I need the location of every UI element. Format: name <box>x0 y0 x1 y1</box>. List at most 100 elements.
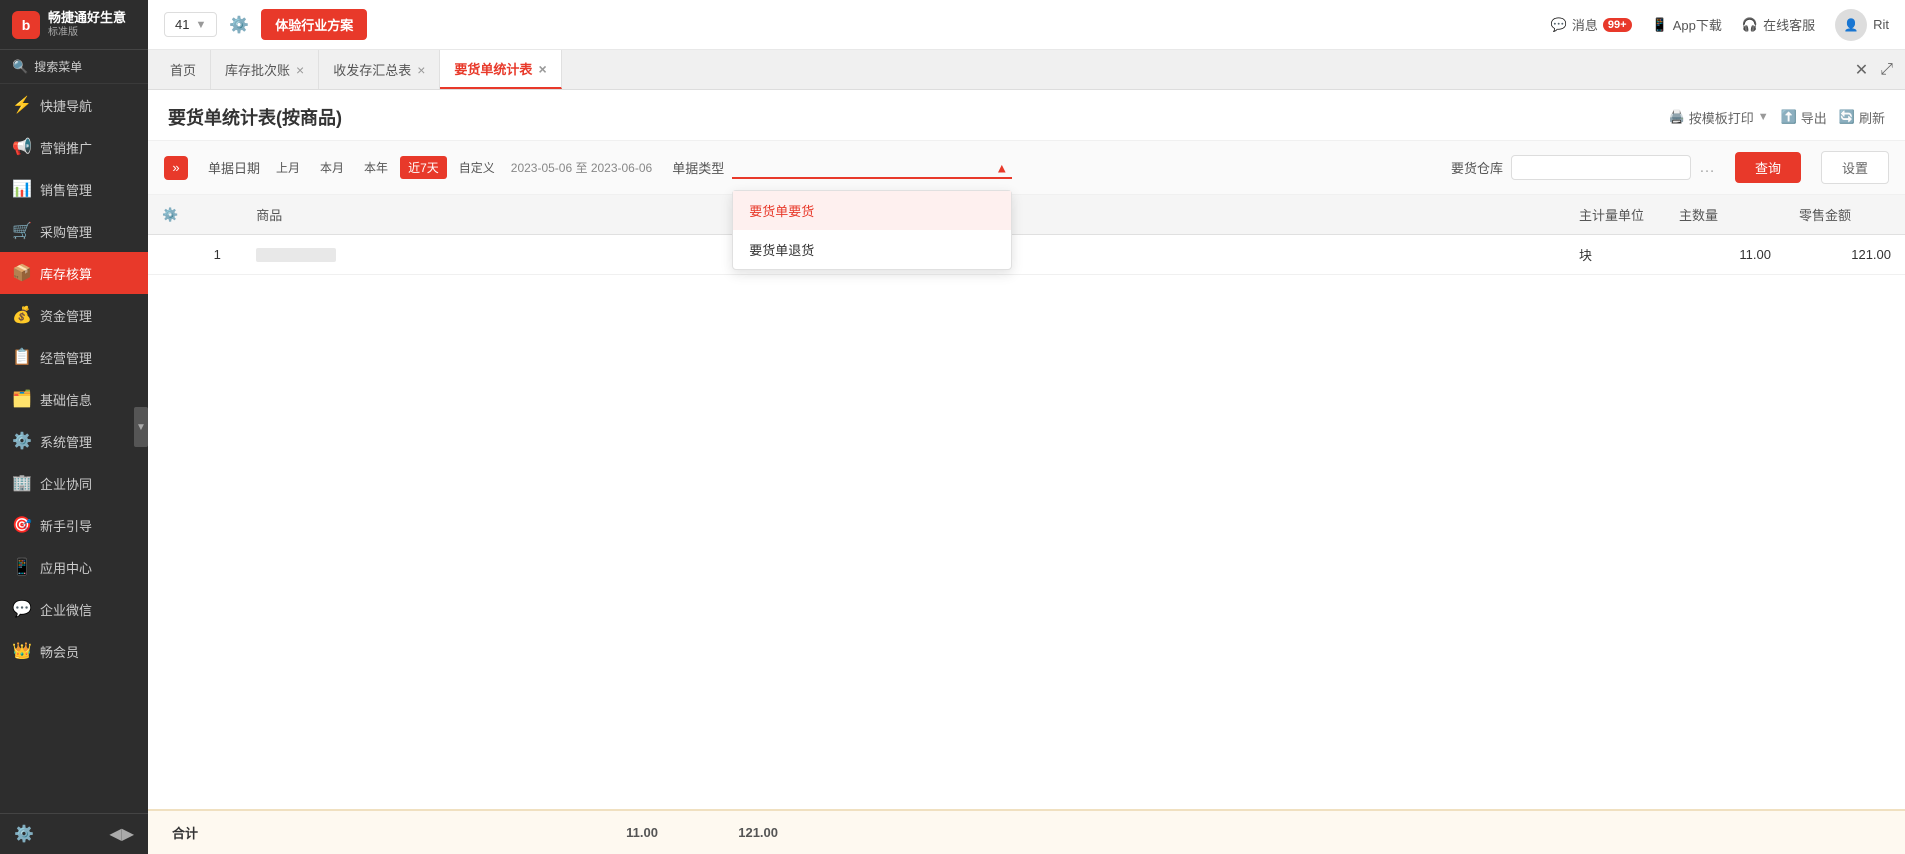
query-button[interactable]: 查询 <box>1735 152 1801 183</box>
table-settings-icon[interactable]: ⚙️ <box>162 207 178 222</box>
sidebar-item-enterprise[interactable]: 🏢 企业协同 <box>0 462 148 504</box>
tab-bar-actions: ✕ ⤢ <box>1851 50 1897 89</box>
tab-home[interactable]: 首页 <box>156 50 211 89</box>
quick-nav-icon: ⚡ <box>12 95 32 115</box>
filter-toggle-button[interactable]: » <box>164 156 188 180</box>
sidebar-item-members[interactable]: 👑 畅会员 <box>0 630 148 672</box>
inventory-icon: 📦 <box>12 263 32 283</box>
trial-button[interactable]: 体验行业方案 <box>261 9 367 40</box>
printer-icon: 🖨️ <box>1669 109 1685 125</box>
sales-icon: 📊 <box>12 179 32 199</box>
page-header: 要货单统计表(按商品) 🖨️ 按模板打印 ▼ ⬆️ 导出 🔄 刷新 <box>148 90 1905 141</box>
warehouse-input[interactable] <box>1511 155 1691 180</box>
enterprise-icon: 🏢 <box>12 473 32 493</box>
settings-icon[interactable]: ⚙️ <box>14 824 34 844</box>
warehouse-filter-group: 要货仓库 … <box>1451 155 1715 180</box>
table-area: ⚙️ 商品 主计量单位 主数量 零售金额 1 <box>148 195 1905 809</box>
sidebar-item-apps[interactable]: 📱 应用中心 <box>0 546 148 588</box>
tab-close-inventory-batch[interactable]: × <box>296 62 304 78</box>
logo-icon: b <box>12 11 40 39</box>
warehouse-more-icon[interactable]: … <box>1699 159 1715 177</box>
tab-close-all-icon[interactable]: ✕ <box>1851 56 1872 84</box>
online-service-action[interactable]: 🎧 在线客服 <box>1742 15 1815 34</box>
sidebar-item-inventory[interactable]: 📦 库存核算 <box>0 252 148 294</box>
tab-order-stats[interactable]: 要货单统计表 × <box>440 50 561 89</box>
type-input-wrapper: ▲ 要货单要货 要货单退货 <box>732 156 1012 179</box>
sidebar-item-label-operations: 经营管理 <box>40 348 92 367</box>
page-header-actions: 🖨️ 按模板打印 ▼ ⬆️ 导出 🔄 刷新 <box>1669 108 1886 127</box>
dropdown-item-order-goods[interactable]: 要货单要货 <box>733 191 1011 230</box>
top-header: 41 ▼ ⚙️ 体验行业方案 💬 消息 99+ 📱 App下载 🎧 在线客服 <box>148 0 1905 50</box>
messages-action[interactable]: 💬 消息 99+ <box>1551 15 1632 34</box>
sidebar-item-purchase[interactable]: 🛒 采购管理 <box>0 210 148 252</box>
purchase-icon: 🛒 <box>12 221 32 241</box>
sidebar-item-label-members: 畅会员 <box>40 642 79 661</box>
store-selector[interactable]: 41 ▼ <box>164 12 217 37</box>
sidebar-item-label-finance: 资金管理 <box>40 306 92 325</box>
product-placeholder <box>256 248 336 262</box>
print-arrow-icon: ▼ <box>1758 111 1769 123</box>
header-left: 41 ▼ ⚙️ 体验行业方案 <box>164 9 367 40</box>
system-icon: ⚙️ <box>12 431 32 451</box>
this-month-btn[interactable]: 本月 <box>312 156 352 179</box>
tab-close-order-stats[interactable]: × <box>538 61 546 77</box>
sidebar-item-label-inventory: 库存核算 <box>40 264 92 283</box>
page-title: 要货单统计表(按商品) <box>168 104 342 130</box>
logo-text: 畅捷通好生意 标准版 <box>48 10 126 40</box>
main-content: 41 ▼ ⚙️ 体验行业方案 💬 消息 99+ 📱 App下载 🎧 在线客服 <box>148 0 1905 854</box>
filter-bar: » 单据日期 上月 本月 本年 近7天 自定义 2023-05-06 至 202… <box>148 141 1905 195</box>
table-footer: 合计 11.00 121.00 <box>148 809 1905 854</box>
type-dropdown-menu: 要货单要货 要货单退货 <box>732 190 1012 270</box>
sidebar-item-basic[interactable]: 🗂️ 基础信息 <box>0 378 148 420</box>
sidebar-item-guide[interactable]: 🎯 新手引导 <box>0 504 148 546</box>
search-icon: 🔍 <box>12 59 28 75</box>
sidebar-item-label-quick-nav: 快捷导航 <box>40 96 92 115</box>
date-filter-group: 单据日期 上月 本月 本年 近7天 自定义 2023-05-06 至 2023-… <box>208 156 652 179</box>
type-arrow-icon[interactable]: ▲ <box>995 160 1008 175</box>
custom-btn[interactable]: 自定义 <box>451 156 503 179</box>
sidebar-item-operations[interactable]: 📋 经营管理 <box>0 336 148 378</box>
sidebar-item-label-wechat: 企业微信 <box>40 600 92 619</box>
col-header-amount: 零售金额 <box>1785 195 1905 235</box>
tab-close-recv-summary[interactable]: × <box>417 62 425 78</box>
sidebar-item-label-purchase: 采购管理 <box>40 222 92 241</box>
sidebar-item-label-apps: 应用中心 <box>40 558 92 577</box>
sidebar-item-system[interactable]: ⚙️ 系统管理 <box>0 420 148 462</box>
sidebar-item-label-enterprise: 企业协同 <box>40 474 92 493</box>
collapse-icon[interactable]: ◀▶ <box>109 824 134 844</box>
operations-icon: 📋 <box>12 347 32 367</box>
sidebar-item-wechat[interactable]: 💬 企业微信 <box>0 588 148 630</box>
dropdown-item-order-return[interactable]: 要货单退货 <box>733 230 1011 269</box>
sidebar-item-quick-nav[interactable]: ⚡ 快捷导航 <box>0 84 148 126</box>
footer-amount: 121.00 <box>672 825 792 840</box>
tab-recv-summary[interactable]: 收发存汇总表 × <box>319 50 440 89</box>
export-button[interactable]: ⬆️ 导出 <box>1781 108 1827 127</box>
cell-no: 1 <box>192 235 242 275</box>
tab-inventory-batch[interactable]: 库存批次账 × <box>211 50 319 89</box>
last7days-btn[interactable]: 近7天 <box>400 156 447 179</box>
app-download-action[interactable]: 📱 App下载 <box>1652 15 1722 34</box>
set-button[interactable]: 设置 <box>1821 151 1889 184</box>
refresh-icon: 🔄 <box>1839 109 1855 125</box>
sidebar-item-sales[interactable]: 📊 销售管理 <box>0 168 148 210</box>
message-icon: 💬 <box>1551 17 1567 33</box>
sidebar-item-finance[interactable]: 💰 资金管理 <box>0 294 148 336</box>
sidebar-scroll[interactable]: ▼ <box>134 407 148 447</box>
date-range-text: 2023-05-06 至 2023-06-06 <box>511 159 652 176</box>
tab-expand-icon[interactable]: ⤢ <box>1876 57 1897 83</box>
prev-month-btn[interactable]: 上月 <box>268 156 308 179</box>
user-name: Rit <box>1873 17 1889 32</box>
tab-bar: 首页 库存批次账 × 收发存汇总表 × 要货单统计表 × ✕ ⤢ <box>148 50 1905 90</box>
user-info[interactable]: 👤 Rit <box>1835 9 1889 41</box>
print-button[interactable]: 🖨️ 按模板打印 ▼ <box>1669 108 1769 127</box>
basic-icon: 🗂️ <box>12 389 32 409</box>
this-year-btn[interactable]: 本年 <box>356 156 396 179</box>
col-header-settings[interactable]: ⚙️ <box>148 195 192 235</box>
sidebar-item-label-sales: 销售管理 <box>40 180 92 199</box>
headset-icon: 🎧 <box>1742 17 1758 33</box>
sidebar-item-marketing[interactable]: 📢 营销推广 <box>0 126 148 168</box>
refresh-button[interactable]: 🔄 刷新 <box>1839 108 1885 127</box>
type-input[interactable] <box>732 156 1012 179</box>
header-settings-icon[interactable]: ⚙️ <box>229 15 249 35</box>
search-menu[interactable]: 🔍 搜索菜单 <box>0 50 148 84</box>
